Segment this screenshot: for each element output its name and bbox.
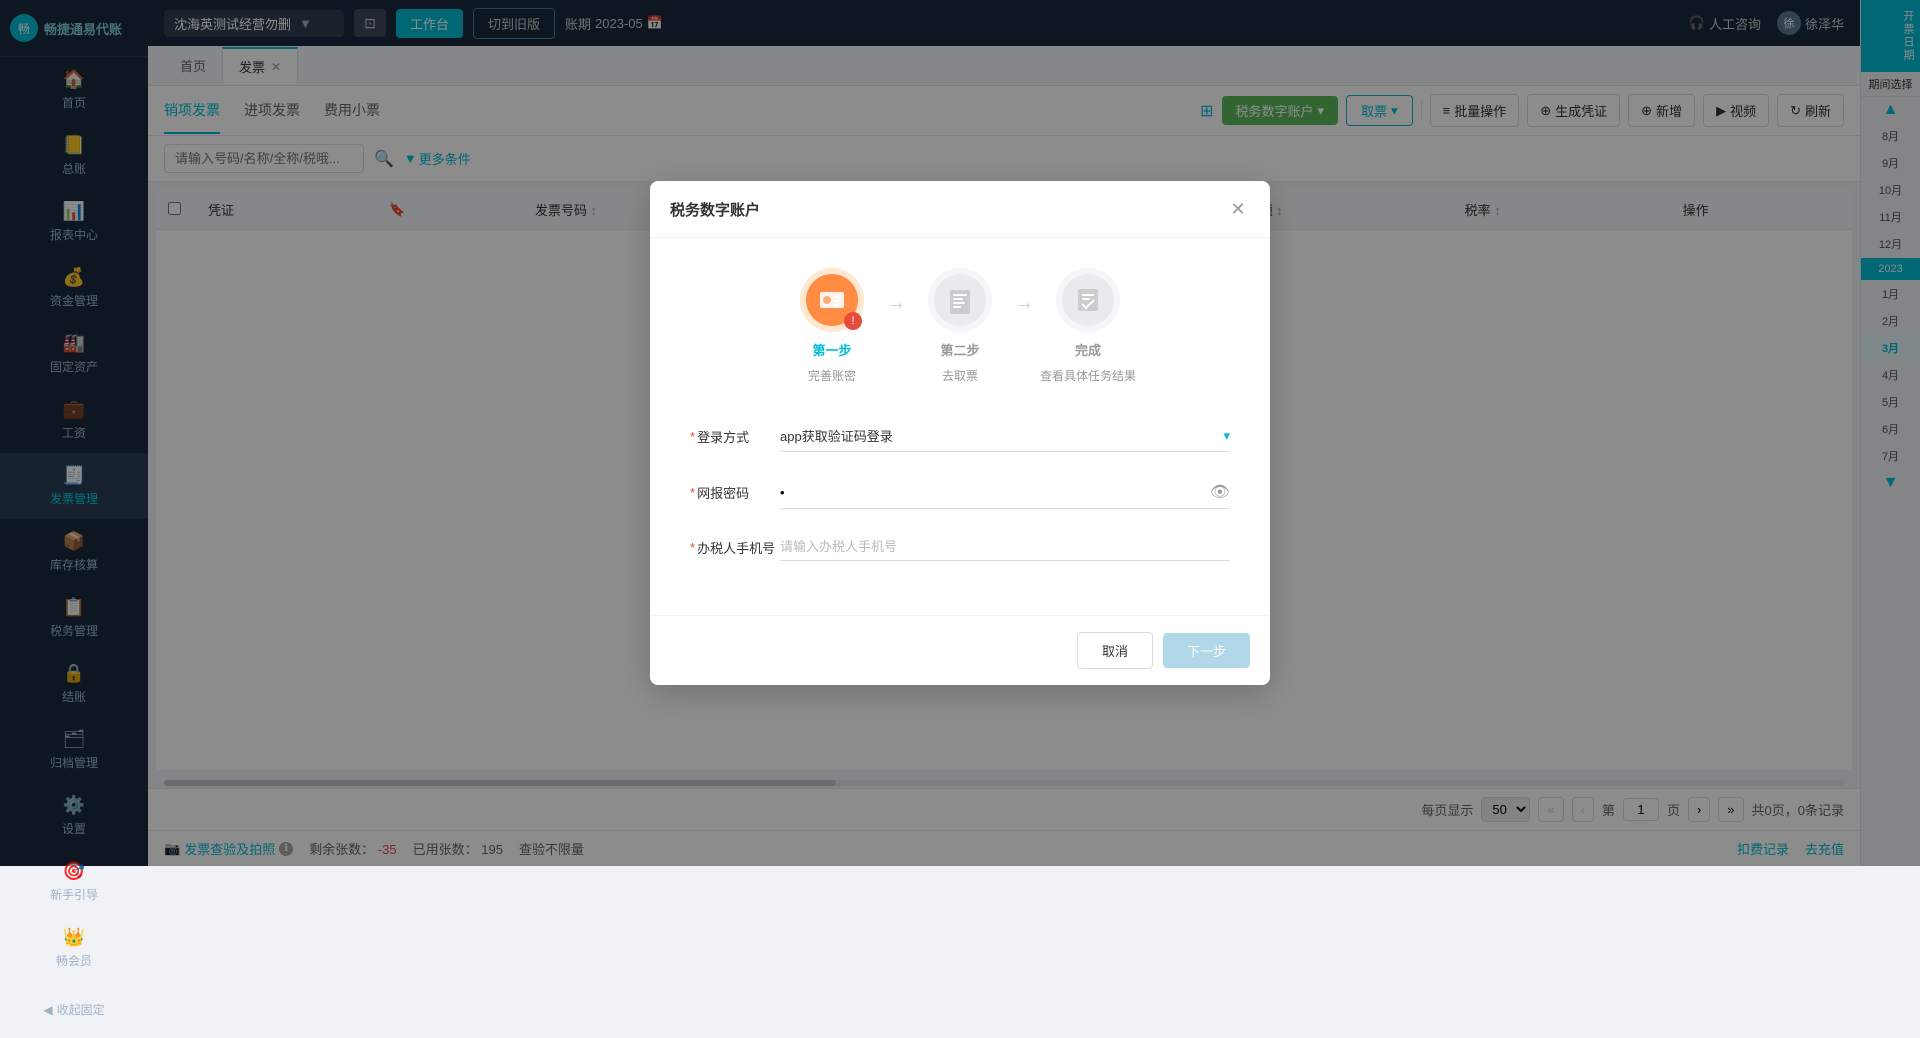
step-complete-icon xyxy=(1062,274,1114,326)
modal-header: 税务数字账户 ✕ xyxy=(650,181,1270,238)
modal-close-btn[interactable]: ✕ xyxy=(1226,197,1250,221)
login-method-value: app获取验证码登录 xyxy=(780,426,893,445)
steps-indicator: ! 第一步 完善账密 → xyxy=(690,268,1230,384)
step-complete-icon-wrap xyxy=(1056,268,1120,332)
password-label: * 网报密码 xyxy=(690,483,780,502)
step-2: 第二步 去取票 xyxy=(910,268,1010,384)
step-2-icon xyxy=(934,274,986,326)
step-2-icon-wrap xyxy=(928,268,992,332)
phone-input[interactable] xyxy=(780,533,1230,561)
cancel-btn[interactable]: 取消 xyxy=(1077,632,1153,669)
step-1-label: 第一步 xyxy=(812,340,851,359)
password-input[interactable] xyxy=(780,485,1210,500)
next-btn[interactable]: 下一步 xyxy=(1163,633,1250,668)
step-complete-label: 完成 xyxy=(1075,340,1101,359)
step-2-label: 第二步 xyxy=(940,340,979,359)
step-complete: 完成 查看具体任务结果 xyxy=(1038,268,1138,384)
sidebar-bottom: ◀ 收起固定 xyxy=(0,981,148,1038)
login-method-select[interactable]: app获取验证码登录 ▾ xyxy=(780,420,1230,452)
sidebar-item-member[interactable]: 👑 畅会员 xyxy=(0,915,148,981)
modal-body: ! 第一步 完善账密 → xyxy=(650,238,1270,615)
step-1-sublabel: 完善账密 xyxy=(808,367,856,384)
step-1: ! 第一步 完善账密 xyxy=(782,268,882,384)
password-field-wrap: 👁 xyxy=(780,476,1230,509)
toggle-password-btn[interactable]: 👁 xyxy=(1210,482,1230,502)
sidebar-item-label: 畅会员 xyxy=(56,952,92,969)
sidebar-item-label: 新手引导 xyxy=(50,886,98,903)
form-row-password: * 网报密码 👁 xyxy=(690,476,1230,509)
step-2-sublabel: 去取票 xyxy=(942,367,978,384)
collapse-arrow-icon: ◀ xyxy=(43,1003,52,1017)
step-arrow-2: → xyxy=(1014,268,1034,315)
modal-footer: 取消 下一步 xyxy=(650,615,1270,685)
member-icon: 👑 xyxy=(63,927,85,948)
login-method-label: * 登录方式 xyxy=(690,427,780,446)
step-1-error-badge: ! xyxy=(844,312,862,330)
sidebar-collapse-btn[interactable]: ◀ 收起固定 xyxy=(0,991,148,1028)
modal-title: 税务数字账户 xyxy=(670,199,760,220)
modal-overlay: 税务数字账户 ✕ xyxy=(0,0,1920,866)
step-1-icon-wrap: ! xyxy=(800,268,864,332)
collapse-label: 收起固定 xyxy=(57,1001,105,1018)
step-complete-sublabel: 查看具体任务结果 xyxy=(1040,367,1136,384)
form-row-login-method: * 登录方式 app获取验证码登录 ▾ xyxy=(690,420,1230,452)
phone-label: * 办税人手机号 xyxy=(690,538,780,557)
login-method-dropdown-icon: ▾ xyxy=(1223,428,1230,444)
step-arrow-1: → xyxy=(886,268,906,315)
tax-digital-account-modal: 税务数字账户 ✕ xyxy=(650,181,1270,685)
form-row-phone: * 办税人手机号 xyxy=(690,533,1230,561)
